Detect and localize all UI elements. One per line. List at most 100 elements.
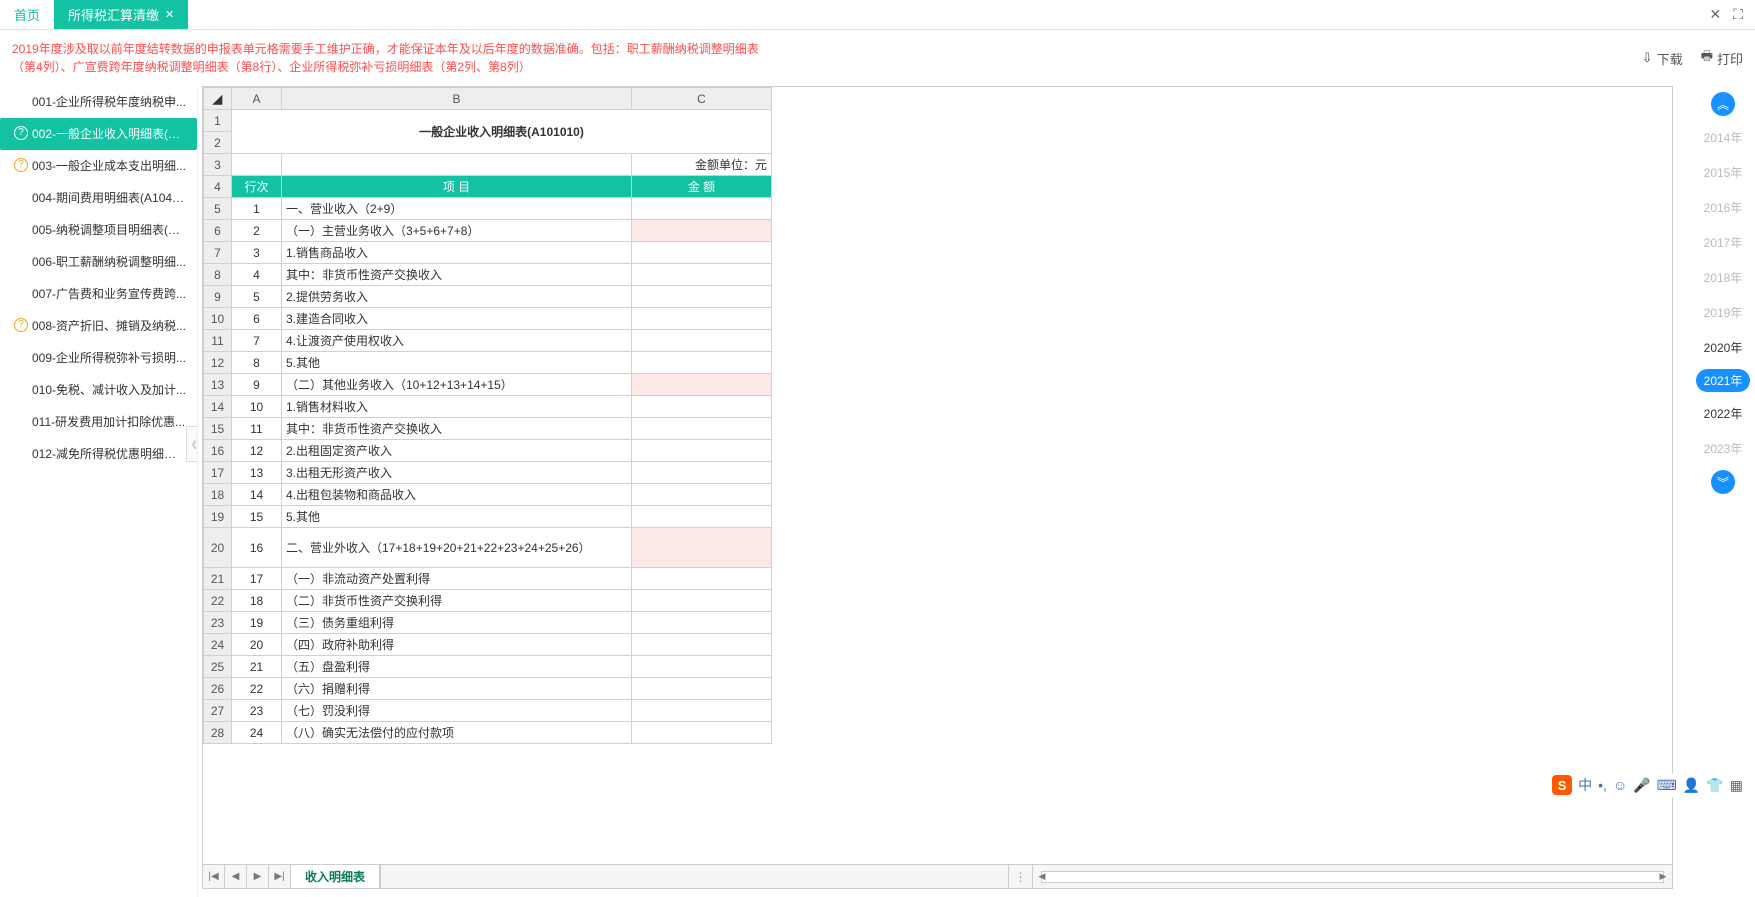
cell-item[interactable]: （八）确实无法偿付的应付款项	[282, 722, 632, 744]
header-rownum[interactable]: 行次	[232, 176, 282, 198]
cell-seq[interactable]: 15	[232, 506, 282, 528]
row-header[interactable]: 20	[204, 528, 232, 568]
cell-amount[interactable]	[632, 612, 772, 634]
sidebar-item-0[interactable]: 001-企业所得税年度纳税申...	[0, 86, 197, 118]
cell-item[interactable]: 3.出租无形资产收入	[282, 462, 632, 484]
cell-item[interactable]: 1.销售材料收入	[282, 396, 632, 418]
cell-amount[interactable]	[632, 590, 772, 612]
cell-item[interactable]: （六）捐赠利得	[282, 678, 632, 700]
ime-person-icon[interactable]: 👤	[1683, 777, 1700, 794]
cell-seq[interactable]: 21	[232, 656, 282, 678]
col-header-c[interactable]: C	[632, 88, 772, 110]
cell-item[interactable]: 2.出租固定资产收入	[282, 440, 632, 462]
row-header[interactable]: 1	[204, 110, 232, 132]
cell-seq[interactable]: 1	[232, 198, 282, 220]
year-2017[interactable]: 2017年	[1704, 229, 1743, 256]
row-header[interactable]: 12	[204, 352, 232, 374]
cell-amount[interactable]	[632, 568, 772, 590]
cell-seq[interactable]: 24	[232, 722, 282, 744]
cell-amount[interactable]	[632, 198, 772, 220]
row-header[interactable]: 2	[204, 132, 232, 154]
cell-item[interactable]: 4.出租包装物和商品收入	[282, 484, 632, 506]
cell-seq[interactable]: 19	[232, 612, 282, 634]
cell-item[interactable]: （一）主营业务收入（3+5+6+7+8）	[282, 220, 632, 242]
sheet-nav-first[interactable]: |◀	[203, 865, 225, 888]
row-header[interactable]: 15	[204, 418, 232, 440]
sheet-nav-prev[interactable]: ◀	[225, 865, 247, 888]
row-header[interactable]: 7	[204, 242, 232, 264]
cell-amount[interactable]	[632, 330, 772, 352]
row-header[interactable]: 22	[204, 590, 232, 612]
year-2015[interactable]: 2015年	[1704, 159, 1743, 186]
year-2019[interactable]: 2019年	[1704, 299, 1743, 326]
sidebar-item-11[interactable]: 012-减免所得税优惠明细表(...	[0, 438, 197, 470]
cell-amount[interactable]	[632, 528, 772, 568]
cell-item[interactable]: 5.其他	[282, 352, 632, 374]
sidebar-item-8[interactable]: 009-企业所得税弥补亏损明...	[0, 342, 197, 374]
cell-item[interactable]: （七）罚没利得	[282, 700, 632, 722]
cell-amount[interactable]	[632, 308, 772, 330]
sidebar-item-5[interactable]: 006-职工薪酬纳税调整明细...	[0, 246, 197, 278]
cell-amount[interactable]	[632, 678, 772, 700]
cell-amount[interactable]	[632, 242, 772, 264]
cell-amount[interactable]	[632, 286, 772, 308]
cell-seq[interactable]: 16	[232, 528, 282, 568]
sidebar-item-7[interactable]: ?008-资产折旧、摊销及纳税...	[0, 310, 197, 342]
header-item[interactable]: 项 目	[282, 176, 632, 198]
row-header[interactable]: 3	[204, 154, 232, 176]
row-header[interactable]: 14	[204, 396, 232, 418]
print-button[interactable]: 🖶打印	[1701, 47, 1743, 69]
ime-lang[interactable]: 中	[1578, 775, 1592, 795]
header-amount[interactable]: 金 额	[632, 176, 772, 198]
row-header[interactable]: 27	[204, 700, 232, 722]
cell-seq[interactable]: 11	[232, 418, 282, 440]
cell-amount[interactable]	[632, 506, 772, 528]
sogou-icon[interactable]: S	[1552, 775, 1572, 795]
year-scroll-up-icon[interactable]: ︽	[1711, 92, 1735, 116]
sidebar-item-3[interactable]: 004-期间费用明细表(A1040...	[0, 182, 197, 214]
cell-amount[interactable]	[632, 722, 772, 744]
unit-cell[interactable]: 金额单位：元	[632, 154, 772, 176]
row-header[interactable]: 17	[204, 462, 232, 484]
cell-amount[interactable]	[632, 634, 772, 656]
cell-seq[interactable]: 22	[232, 678, 282, 700]
sheet-title[interactable]: 一般企业收入明细表(A101010)	[232, 110, 772, 154]
row-header[interactable]: 21	[204, 568, 232, 590]
cell-seq[interactable]: 14	[232, 484, 282, 506]
cell-item[interactable]: 一、营业收入（2+9）	[282, 198, 632, 220]
year-2014[interactable]: 2014年	[1704, 124, 1743, 151]
horizontal-scrollbar[interactable]: ◀ ▶	[1032, 865, 1672, 888]
cell-item[interactable]: （三）债务重组利得	[282, 612, 632, 634]
sheet-corner[interactable]: ◢	[204, 88, 232, 110]
row-header[interactable]: 8	[204, 264, 232, 286]
cell-item[interactable]: 2.提供劳务收入	[282, 286, 632, 308]
download-button[interactable]: ⇩下载	[1642, 47, 1683, 69]
row-header[interactable]: 26	[204, 678, 232, 700]
cell-seq[interactable]: 9	[232, 374, 282, 396]
tab-income-tax[interactable]: 所得税汇算清缴 ✕	[54, 0, 188, 29]
year-2022[interactable]: 2022年	[1704, 400, 1743, 427]
ime-voice-icon[interactable]: 🎤	[1633, 777, 1650, 794]
col-header-b[interactable]: B	[282, 88, 632, 110]
cell-seq[interactable]: 8	[232, 352, 282, 374]
row-header[interactable]: 18	[204, 484, 232, 506]
cell-seq[interactable]: 10	[232, 396, 282, 418]
cell-item[interactable]: （四）政府补助利得	[282, 634, 632, 656]
row-header[interactable]: 10	[204, 308, 232, 330]
cell-amount[interactable]	[632, 396, 772, 418]
row-header[interactable]: 19	[204, 506, 232, 528]
cell-amount[interactable]	[632, 264, 772, 286]
hscroll-left-icon[interactable]: ◀	[1033, 865, 1051, 888]
cell-amount[interactable]	[632, 374, 772, 396]
hscroll-right-icon[interactable]: ▶	[1654, 865, 1672, 888]
cell-amount[interactable]	[632, 462, 772, 484]
cell-seq[interactable]: 12	[232, 440, 282, 462]
row-header[interactable]: 5	[204, 198, 232, 220]
spreadsheet-scroll[interactable]: ◢ A B C 1 一般企业收入明细表(A101010) 2 3 金额单位：元	[203, 87, 1672, 864]
cell-item[interactable]: 其中：非货币性资产交换收入	[282, 418, 632, 440]
fullscreen-icon[interactable]: ⛶	[1733, 6, 1743, 23]
ime-skin-icon[interactable]: 👕	[1706, 777, 1723, 794]
row-header[interactable]: 6	[204, 220, 232, 242]
cell-item[interactable]: 3.建造合同收入	[282, 308, 632, 330]
year-scroll-down-icon[interactable]: ︾	[1711, 470, 1735, 494]
